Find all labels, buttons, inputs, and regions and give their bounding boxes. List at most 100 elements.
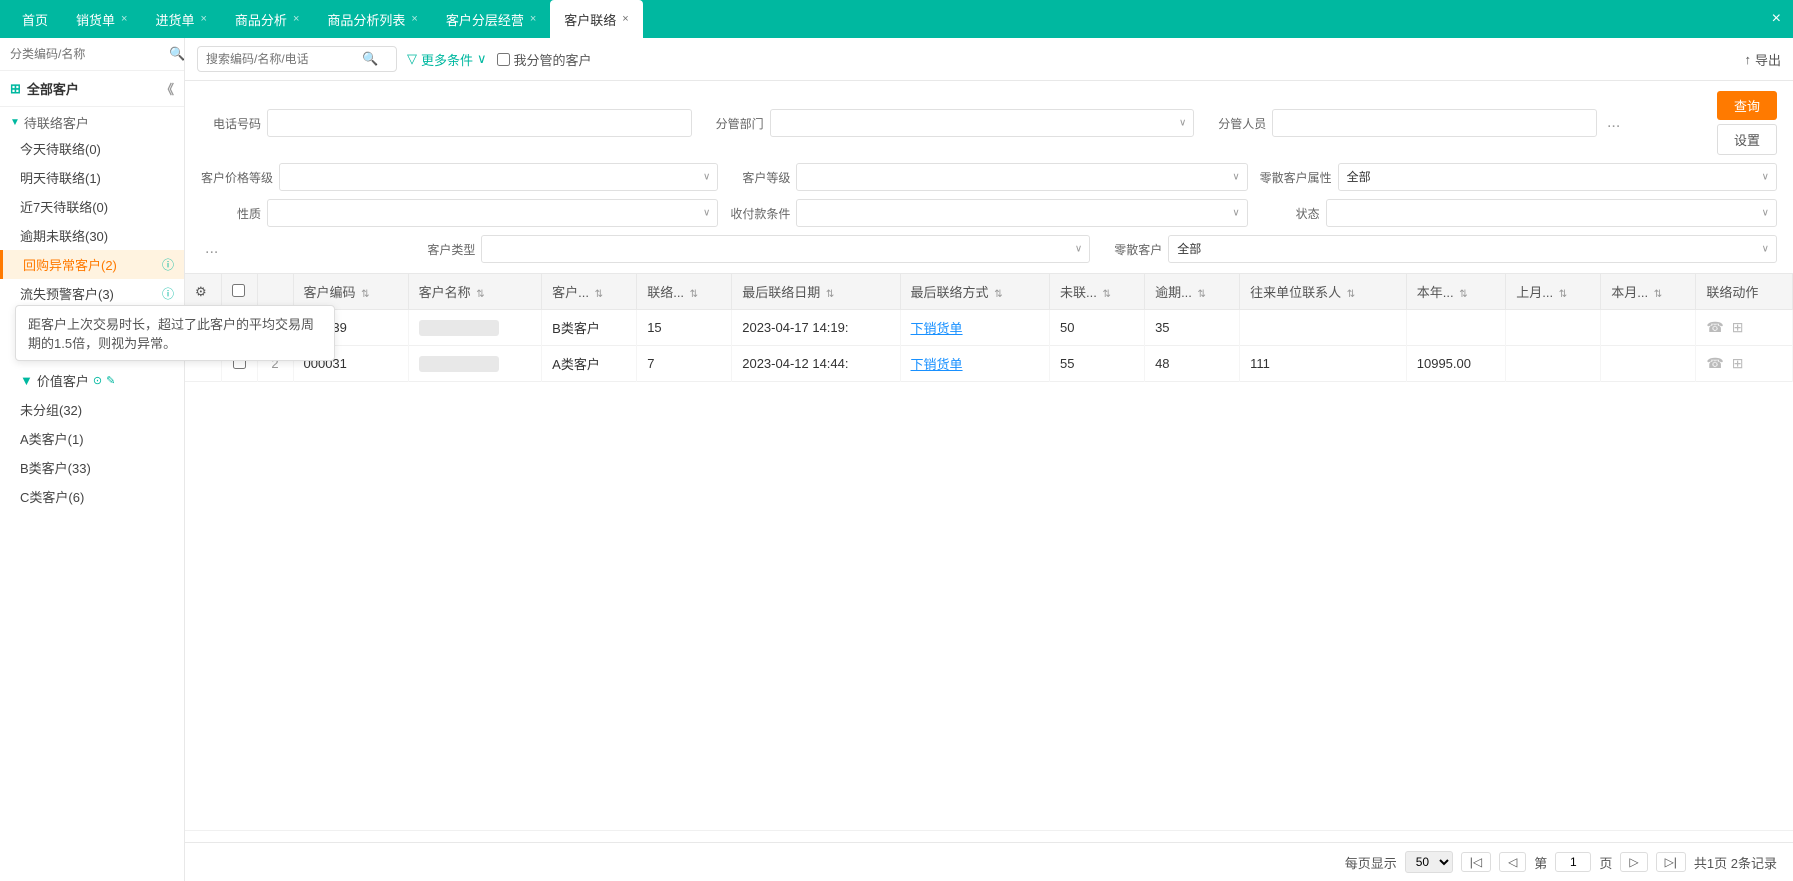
customer-level-select[interactable] bbox=[796, 163, 1247, 191]
customer-name-cell[interactable] bbox=[408, 310, 542, 346]
last-contact-date-cell: 2023-04-17 14:19: bbox=[732, 310, 900, 346]
phone-input[interactable] bbox=[267, 109, 692, 137]
sidebar-item-today-contact[interactable]: 今天待联络(0) bbox=[0, 134, 184, 163]
sidebar-item-b-class[interactable]: B类客户(33) bbox=[0, 453, 184, 482]
filter-manager: 分管人员 ... bbox=[1206, 109, 1697, 137]
settings-icon[interactable]: ✎ bbox=[106, 374, 115, 387]
overdue-cell: 48 bbox=[1145, 346, 1240, 382]
nav-home[interactable]: 首页 bbox=[8, 0, 62, 38]
export-button[interactable]: ↑ 导出 bbox=[1744, 50, 1781, 69]
nav-customer-segment[interactable]: 客户分层经营 × bbox=[432, 0, 550, 38]
nav-customer-contact[interactable]: 客户联络 × bbox=[550, 0, 642, 38]
not-contacted-cell: 50 bbox=[1050, 310, 1145, 346]
col-customer-name[interactable]: 客户名称 ⇅ bbox=[408, 274, 542, 310]
nav-product-analysis-list[interactable]: 商品分析列表 × bbox=[313, 0, 431, 38]
customer-level-select-wrapper bbox=[796, 163, 1247, 191]
close-icon[interactable]: × bbox=[622, 13, 628, 25]
search-box[interactable]: 🔍 bbox=[197, 46, 397, 72]
sort-icon: ⇅ bbox=[1103, 289, 1111, 300]
more-options-dots[interactable]: ... bbox=[205, 240, 218, 258]
customer-type-select[interactable] bbox=[481, 235, 1090, 263]
page-size-select[interactable]: 50 bbox=[1405, 851, 1453, 873]
close-icon[interactable]: × bbox=[411, 13, 417, 25]
status-select-wrapper bbox=[1326, 199, 1777, 227]
next-page-button[interactable]: ▷ bbox=[1620, 852, 1647, 872]
close-all-button[interactable]: × bbox=[1772, 10, 1781, 28]
phone-action-icon[interactable]: ☎ bbox=[1706, 319, 1723, 336]
overdue-cell: 35 bbox=[1145, 310, 1240, 346]
filter-nature: 性质 bbox=[201, 199, 718, 227]
unit-contact-cell: 111 bbox=[1240, 346, 1407, 382]
col-last-month[interactable]: 上月... ⇅ bbox=[1506, 274, 1601, 310]
nav-product-analysis[interactable]: 商品分析 × bbox=[221, 0, 313, 38]
last-contact-method-cell[interactable]: 下销货单 bbox=[900, 310, 1049, 346]
edit-icon[interactable]: ⊙ bbox=[93, 374, 102, 387]
note-action-icon[interactable]: ⊞ bbox=[1732, 355, 1744, 372]
sidebar-item-c-class[interactable]: C类客户(6) bbox=[0, 482, 184, 511]
search-input[interactable] bbox=[206, 52, 356, 66]
sidebar-search-input[interactable] bbox=[10, 47, 165, 61]
filter-icon: ▽ bbox=[407, 51, 417, 67]
first-page-button[interactable]: |◁ bbox=[1461, 852, 1491, 872]
sidebar-search-area[interactable]: 🔍 bbox=[0, 38, 184, 71]
nav-purchase-order[interactable]: 进货单 × bbox=[141, 0, 220, 38]
more-conditions-button[interactable]: ▽ 更多条件 ∨ bbox=[407, 50, 487, 69]
contact-count-cell: 15 bbox=[637, 310, 732, 346]
page-number-input[interactable] bbox=[1555, 852, 1591, 872]
note-action-icon[interactable]: ⊞ bbox=[1732, 319, 1744, 336]
sort-icon: ⇅ bbox=[1459, 289, 1467, 300]
nature-select[interactable] bbox=[267, 199, 718, 227]
customer-name-cell[interactable] bbox=[408, 346, 542, 382]
col-contact[interactable]: 联络... ⇅ bbox=[637, 274, 732, 310]
prev-page-button[interactable]: ◁ bbox=[1499, 852, 1526, 872]
col-this-year[interactable]: 本年... ⇅ bbox=[1406, 274, 1506, 310]
last-contact-method-cell[interactable]: 下销货单 bbox=[900, 346, 1049, 382]
retail-attr-select-wrapper: 全部 bbox=[1338, 163, 1777, 191]
sort-icon: ⇅ bbox=[361, 289, 369, 300]
sidebar-item-overdue-contact[interactable]: 逾期未联络(30) bbox=[0, 221, 184, 250]
department-select[interactable] bbox=[770, 109, 1195, 137]
col-last-contact-method[interactable]: 最后联络方式 ⇅ bbox=[900, 274, 1049, 310]
phone-action-icon[interactable]: ☎ bbox=[1706, 355, 1723, 372]
status-select[interactable] bbox=[1326, 199, 1777, 227]
collapse-icon[interactable]: 《 bbox=[161, 79, 174, 98]
price-level-select[interactable] bbox=[279, 163, 718, 191]
sidebar-item-tomorrow-contact[interactable]: 明天待联络(1) bbox=[0, 163, 184, 192]
select-all-checkbox[interactable] bbox=[232, 284, 245, 297]
chevron-down-icon: ∨ bbox=[477, 51, 487, 67]
filter-row-4: ... 客户类型 零散客户 全部 bbox=[201, 235, 1777, 263]
nav-sales-order[interactable]: 销货单 × bbox=[62, 0, 141, 38]
last-page-button[interactable]: ▷| bbox=[1656, 852, 1686, 872]
sidebar-item-7day-contact[interactable]: 近7天待联络(0) bbox=[0, 192, 184, 221]
col-overdue[interactable]: 逾期... ⇅ bbox=[1145, 274, 1240, 310]
retail-customer-select[interactable]: 全部 bbox=[1168, 235, 1777, 263]
close-icon[interactable]: × bbox=[121, 13, 127, 25]
settings-button[interactable]: 设置 bbox=[1717, 124, 1777, 155]
sidebar-item-repurchase-abnormal[interactable]: 回购异常客户(2) ⓘ bbox=[0, 250, 184, 279]
payment-select[interactable] bbox=[796, 199, 1247, 227]
sidebar-item-ungrouped[interactable]: 未分组(32) bbox=[0, 395, 184, 424]
contact-action-cell: ☎ ⊞ bbox=[1696, 310, 1793, 346]
sort-icon: ⇅ bbox=[1559, 289, 1567, 300]
search-icon: 🔍 bbox=[169, 46, 185, 62]
col-not-contacted[interactable]: 未联... ⇅ bbox=[1050, 274, 1145, 310]
sidebar-item-a-class[interactable]: A类客户(1) bbox=[0, 424, 184, 453]
filter-customer-type: 客户类型 bbox=[415, 235, 1090, 263]
sidebar-item-lost-warning[interactable]: 流失预警客户(3) ⓘ bbox=[0, 279, 184, 308]
col-unit-contact[interactable]: 往来单位联系人 ⇅ bbox=[1240, 274, 1407, 310]
close-icon[interactable]: × bbox=[530, 13, 536, 25]
gear-icon[interactable]: ⚙ bbox=[195, 284, 207, 299]
close-icon[interactable]: × bbox=[200, 13, 206, 25]
more-options-icon[interactable]: ... bbox=[1607, 114, 1620, 132]
manager-input[interactable] bbox=[1272, 109, 1597, 137]
retail-attr-select[interactable]: 全部 bbox=[1338, 163, 1777, 191]
close-icon[interactable]: × bbox=[293, 13, 299, 25]
col-customer-type[interactable]: 客户... ⇅ bbox=[542, 274, 637, 310]
col-this-month[interactable]: 本月... ⇅ bbox=[1601, 274, 1696, 310]
query-button[interactable]: 查询 bbox=[1717, 91, 1777, 120]
horizontal-scrollbar[interactable] bbox=[185, 830, 1793, 842]
customer-table: ⚙ 客户编码 ⇅ 客户名称 ⇅ bbox=[185, 274, 1793, 382]
department-select-wrapper bbox=[770, 109, 1195, 137]
my-customer-checkbox[interactable] bbox=[497, 53, 510, 66]
col-last-contact-date[interactable]: 最后联络日期 ⇅ bbox=[732, 274, 900, 310]
